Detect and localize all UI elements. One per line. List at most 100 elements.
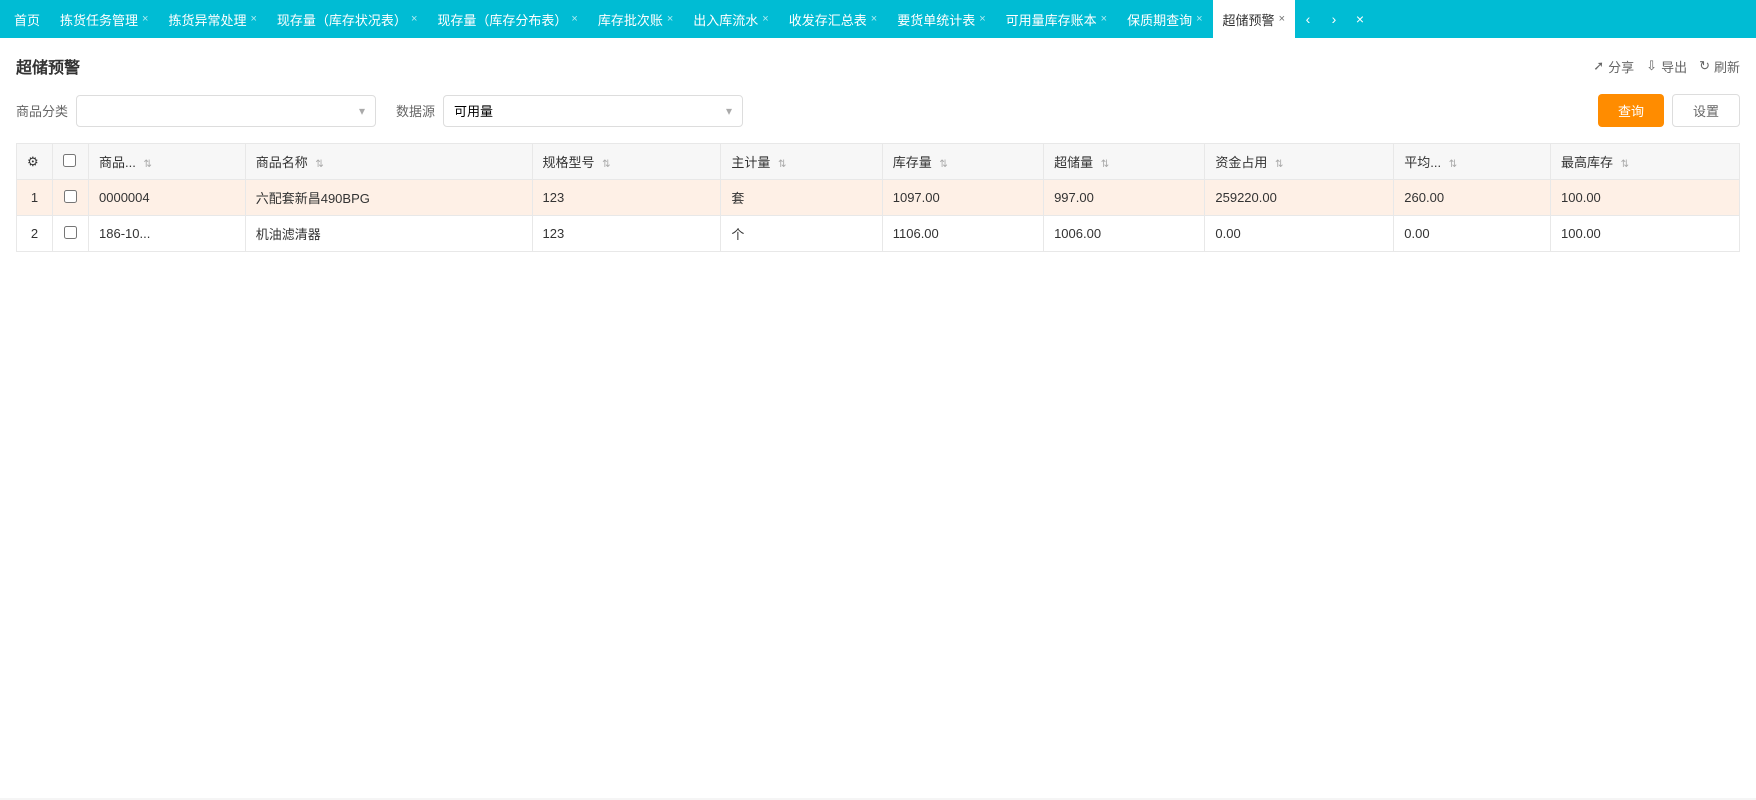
cell-spec: 123 xyxy=(532,216,721,252)
table-row: 1 0000004 六配套新昌490BPG 123 套 1097.00 997.… xyxy=(17,180,1740,216)
sort-icon: ⇅ xyxy=(778,159,786,170)
settings-button[interactable]: 设置 xyxy=(1672,94,1740,127)
close-icon[interactable]: × xyxy=(762,13,768,25)
category-filter: 商品分类 ▾ xyxy=(16,95,376,127)
row-index: 2 xyxy=(17,216,53,252)
action-buttons: 查询 设置 xyxy=(1598,94,1740,127)
row-checkbox-cell[interactable] xyxy=(53,216,89,252)
row-checkbox[interactable] xyxy=(64,190,77,203)
checkbox-header[interactable] xyxy=(53,144,89,180)
col-stock[interactable]: 库存量 ⇅ xyxy=(882,144,1043,180)
row-checkbox-cell[interactable] xyxy=(53,180,89,216)
refresh-icon: ↻ xyxy=(1699,58,1710,74)
datasource-select-value: 可用量 xyxy=(454,101,493,120)
nav-item-inventory-dist[interactable]: 现存量（库存分布表） × xyxy=(427,0,587,38)
nav-prev-arrow[interactable]: ‹ xyxy=(1295,0,1321,38)
col-product-code[interactable]: 商品... ⇅ xyxy=(89,144,246,180)
datasource-filter: 数据源 可用量 ▾ xyxy=(396,95,743,127)
close-icon[interactable]: × xyxy=(571,13,577,25)
close-icon[interactable]: × xyxy=(142,13,148,25)
col-product-name[interactable]: 商品名称 ⇅ xyxy=(245,144,532,180)
nav-item-order-stats[interactable]: 要货单统计表 × xyxy=(887,0,995,38)
col-capital[interactable]: 资金占用 ⇅ xyxy=(1205,144,1394,180)
close-icon[interactable]: × xyxy=(979,13,985,25)
gear-header[interactable]: ⚙ xyxy=(17,144,53,180)
nav-item-task-mgmt[interactable]: 拣货任务管理 × xyxy=(50,0,158,38)
filter-bar: 商品分类 ▾ 数据源 可用量 ▾ 查询 设置 xyxy=(16,94,1740,127)
cell-max-stock: 100.00 xyxy=(1551,180,1740,216)
close-icon[interactable]: × xyxy=(667,13,673,25)
sort-icon: ⇅ xyxy=(143,159,151,170)
col-unit[interactable]: 主计量 ⇅ xyxy=(721,144,882,180)
sort-icon: ⇅ xyxy=(1275,159,1283,170)
cell-spec: 123 xyxy=(532,180,721,216)
close-icon[interactable]: × xyxy=(411,13,417,25)
nav-item-available-account[interactable]: 可用量库存账本 × xyxy=(996,0,1117,38)
cell-avg: 0.00 xyxy=(1394,216,1551,252)
cell-product-name: 六配套新昌490BPG xyxy=(245,180,532,216)
sort-icon: ⇅ xyxy=(1101,159,1109,170)
close-icon[interactable]: × xyxy=(1196,13,1202,25)
page-header: 超储预警 ➚ 分享 ⇩ 导出 ↻ 刷新 xyxy=(16,54,1740,78)
sort-icon: ⇅ xyxy=(315,159,323,170)
cell-product-name: 机油滤清器 xyxy=(245,216,532,252)
close-icon[interactable]: × xyxy=(871,13,877,25)
row-checkbox[interactable] xyxy=(64,226,77,239)
close-icon[interactable]: × xyxy=(1279,13,1285,25)
nav-item-quality-check[interactable]: 保质期查询 × xyxy=(1117,0,1212,38)
query-button[interactable]: 查询 xyxy=(1598,94,1664,127)
chevron-down-icon: ▾ xyxy=(359,104,365,118)
refresh-button[interactable]: ↻ 刷新 xyxy=(1699,57,1740,76)
col-avg[interactable]: 平均... ⇅ xyxy=(1394,144,1551,180)
col-overstock[interactable]: 超储量 ⇅ xyxy=(1044,144,1205,180)
table-row: 2 186-10... 机油滤清器 123 个 1106.00 1006.00 … xyxy=(17,216,1740,252)
nav-item-batch-account[interactable]: 库存批次账 × xyxy=(588,0,683,38)
cell-overstock: 1006.00 xyxy=(1044,216,1205,252)
chevron-down-icon: ▾ xyxy=(726,104,732,118)
cell-avg: 260.00 xyxy=(1394,180,1551,216)
export-icon: ⇩ xyxy=(1646,58,1657,74)
nav-item-abnormal[interactable]: 拣货异常处理 × xyxy=(158,0,266,38)
cell-product-code: 0000004 xyxy=(89,180,246,216)
category-label: 商品分类 xyxy=(16,101,68,120)
nav-item-home[interactable]: 首页 xyxy=(4,0,50,38)
nav-next-arrow[interactable]: › xyxy=(1321,0,1347,38)
nav-more-arrow[interactable]: × xyxy=(1347,0,1373,38)
sort-icon: ⇅ xyxy=(1621,159,1629,170)
close-icon[interactable]: × xyxy=(250,13,256,25)
page-title: 超储预警 xyxy=(16,54,80,78)
cell-capital: 259220.00 xyxy=(1205,180,1394,216)
cell-overstock: 997.00 xyxy=(1044,180,1205,216)
cell-stock: 1106.00 xyxy=(882,216,1043,252)
sort-icon: ⇅ xyxy=(1449,159,1457,170)
row-index: 1 xyxy=(17,180,53,216)
export-button[interactable]: ⇩ 导出 xyxy=(1646,57,1687,76)
share-icon: ➚ xyxy=(1593,58,1604,74)
nav-item-inout-flow[interactable]: 出入库流水 × xyxy=(683,0,778,38)
page-content: 超储预警 ➚ 分享 ⇩ 导出 ↻ 刷新 商品分类 ▾ 数据源 xyxy=(0,38,1756,798)
cell-stock: 1097.00 xyxy=(882,180,1043,216)
table-header-row: ⚙ 商品... ⇅ 商品名称 ⇅ 规格型号 ⇅ 主计量 xyxy=(17,144,1740,180)
nav-bar: 首页 拣货任务管理 × 拣货异常处理 × 现存量（库存状况表） × 现存量（库存… xyxy=(0,0,1756,38)
nav-item-overstock-warning[interactable]: 超储预警 × xyxy=(1213,0,1295,38)
nav-item-inventory-status[interactable]: 现存量（库存状况表） × xyxy=(267,0,427,38)
data-table: ⚙ 商品... ⇅ 商品名称 ⇅ 规格型号 ⇅ 主计量 xyxy=(16,143,1740,252)
cell-product-code: 186-10... xyxy=(89,216,246,252)
cell-unit: 套 xyxy=(721,180,882,216)
select-all-checkbox[interactable] xyxy=(63,154,76,167)
gear-icon: ⚙ xyxy=(27,154,39,169)
nav-item-collect-summary[interactable]: 收发存汇总表 × xyxy=(779,0,887,38)
share-button[interactable]: ➚ 分享 xyxy=(1593,57,1634,76)
cell-max-stock: 100.00 xyxy=(1551,216,1740,252)
col-spec[interactable]: 规格型号 ⇅ xyxy=(532,144,721,180)
sort-icon: ⇅ xyxy=(939,159,947,170)
sort-icon: ⇅ xyxy=(602,159,610,170)
datasource-select[interactable]: 可用量 ▾ xyxy=(443,95,743,127)
col-max-stock[interactable]: 最高库存 ⇅ xyxy=(1551,144,1740,180)
close-icon[interactable]: × xyxy=(1101,13,1107,25)
header-actions: ➚ 分享 ⇩ 导出 ↻ 刷新 xyxy=(1593,57,1740,76)
datasource-label: 数据源 xyxy=(396,101,435,120)
category-select[interactable]: ▾ xyxy=(76,95,376,127)
cell-capital: 0.00 xyxy=(1205,216,1394,252)
cell-unit: 个 xyxy=(721,216,882,252)
